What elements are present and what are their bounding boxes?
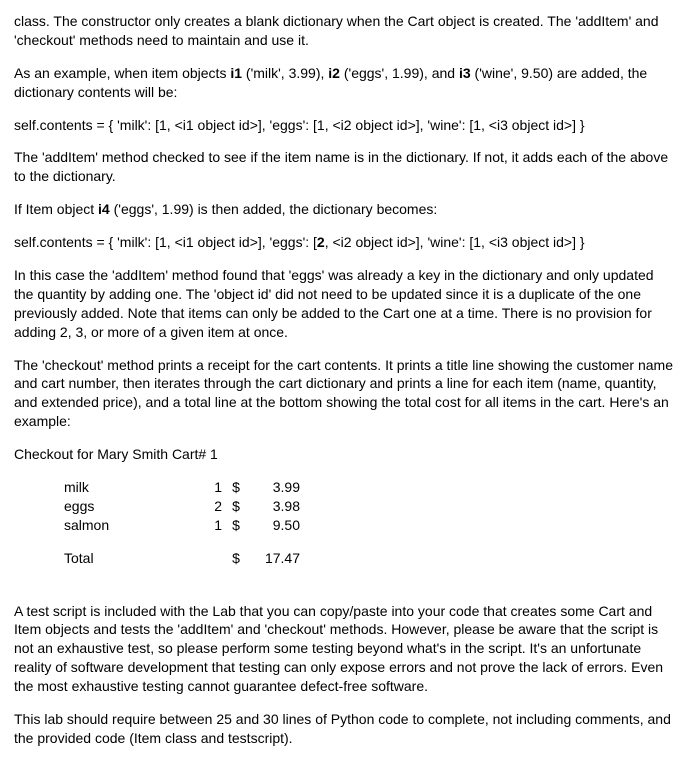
code-contents-1: self.contents = { 'milk': [1, <i1 object… <box>14 116 673 135</box>
text: , <i2 object id>], 'wine': [1, <i3 objec… <box>325 234 585 250</box>
bold-i3: i3 <box>459 65 471 81</box>
receipt-item-name: salmon <box>64 516 194 535</box>
text: self.contents = { 'milk': [1, <i1 object… <box>14 234 317 250</box>
paragraph-checkout-desc: The 'checkout' method prints a receipt f… <box>14 356 673 432</box>
bold-i4: i4 <box>98 201 110 217</box>
receipt-total-label: Total <box>64 549 194 568</box>
receipt-title: Checkout for Mary Smith Cart# 1 <box>14 445 673 464</box>
paragraph-additem-check: The 'addItem' method checked to see if t… <box>14 148 673 186</box>
receipt-total-amount: 17.47 <box>250 549 300 568</box>
paragraph-example-items: As an example, when item objects i1 ('mi… <box>14 64 673 102</box>
receipt-qty: 1 <box>194 516 222 535</box>
receipt-item-name: eggs <box>64 497 194 516</box>
receipt-amount: 9.50 <box>250 516 300 535</box>
text: If Item object <box>14 201 98 217</box>
bold-qty-2: 2 <box>317 234 325 250</box>
receipt-row: eggs 2 $ 3.98 <box>64 497 673 516</box>
paragraph-constructor-intro: class. The constructor only creates a bl… <box>14 12 673 50</box>
receipt-currency: $ <box>222 497 250 516</box>
receipt-total-qty <box>194 549 222 568</box>
bold-i2: i2 <box>328 65 340 81</box>
receipt-currency: $ <box>222 478 250 497</box>
paragraph-eggs-update: In this case the 'addItem' method found … <box>14 266 673 342</box>
receipt-row: milk 1 $ 3.99 <box>64 478 673 497</box>
paragraph-test-script: A test script is included with the Lab t… <box>14 602 673 696</box>
receipt-total-row: Total $ 17.47 <box>64 549 673 568</box>
paragraph-line-count: This lab should require between 25 and 3… <box>14 710 673 748</box>
receipt-currency: $ <box>222 516 250 535</box>
text: ('eggs', 1.99) is then added, the dictio… <box>110 201 438 217</box>
receipt-amount: 3.99 <box>250 478 300 497</box>
bold-i1: i1 <box>230 65 242 81</box>
text: As an example, when item objects <box>14 65 230 81</box>
text: ('eggs', 1.99), and <box>340 65 459 81</box>
receipt-item-name: milk <box>64 478 194 497</box>
receipt-currency: $ <box>222 549 250 568</box>
receipt-qty: 2 <box>194 497 222 516</box>
receipt-qty: 1 <box>194 478 222 497</box>
receipt-table: milk 1 $ 3.99 eggs 2 $ 3.98 salmon 1 $ 9… <box>14 478 673 568</box>
receipt-row: salmon 1 $ 9.50 <box>64 516 673 535</box>
text: ('milk', 3.99), <box>242 65 328 81</box>
paragraph-add-i4: If Item object i4 ('eggs', 1.99) is then… <box>14 200 673 219</box>
receipt-amount: 3.98 <box>250 497 300 516</box>
code-contents-2: self.contents = { 'milk': [1, <i1 object… <box>14 233 673 252</box>
